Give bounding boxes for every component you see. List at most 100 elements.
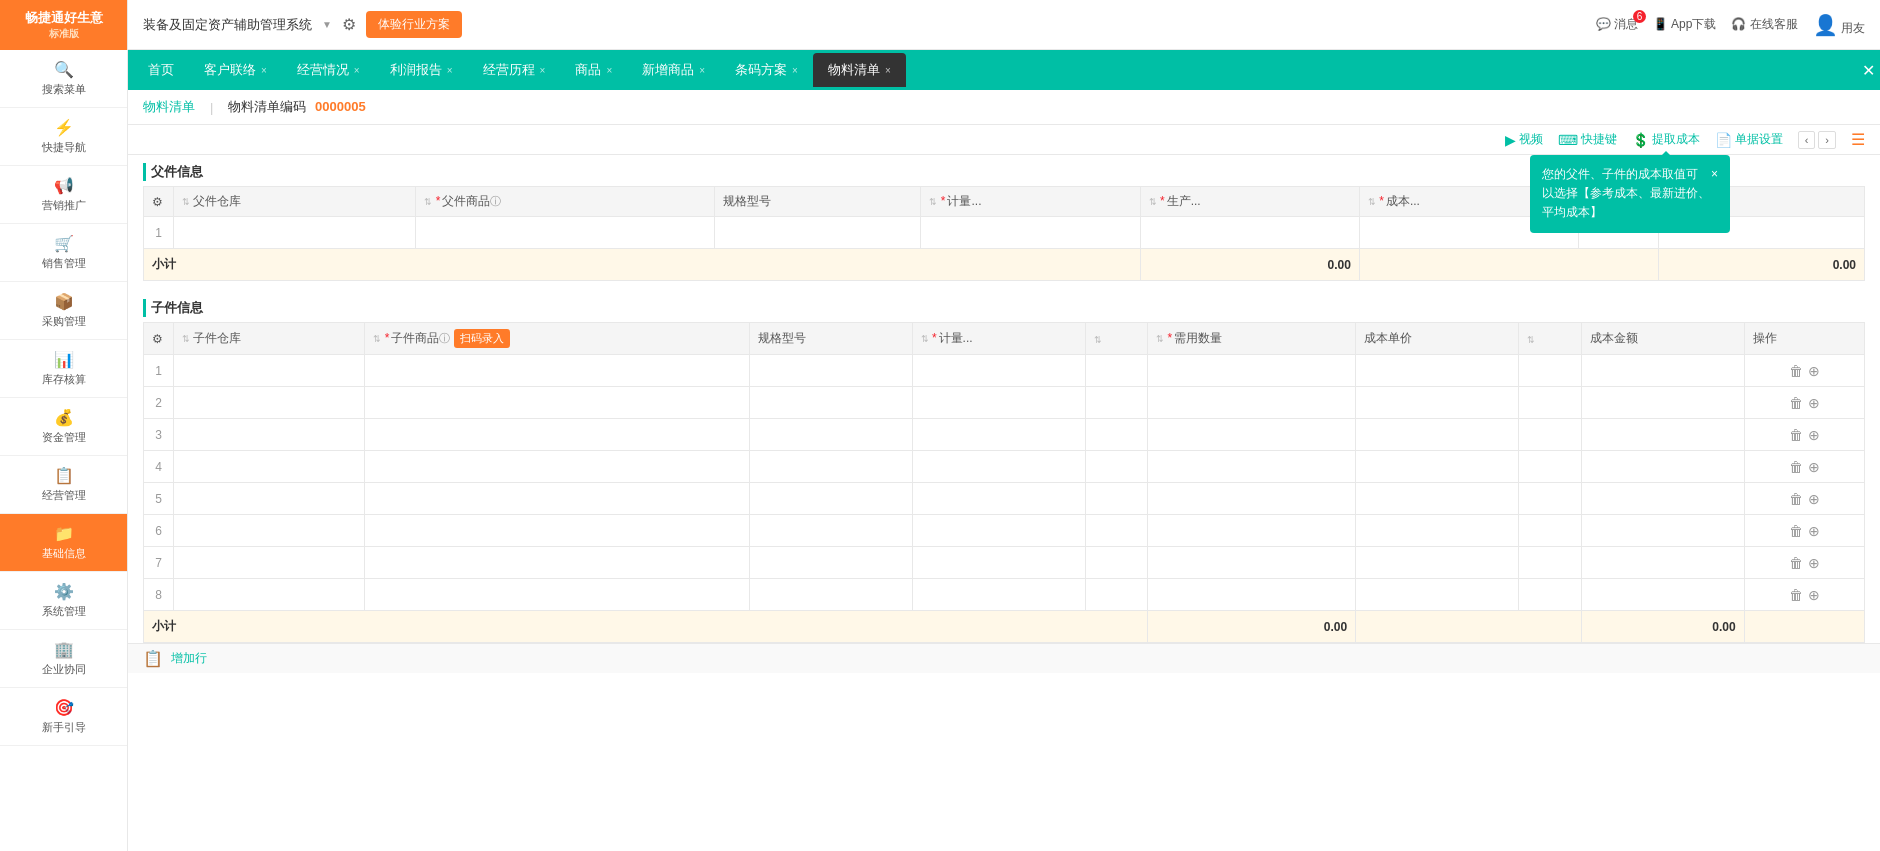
parent-row-product[interactable] <box>416 217 715 249</box>
grid-view-icon[interactable]: ☰ <box>1851 130 1865 149</box>
delete-icon[interactable]: 🗑 <box>1789 555 1803 571</box>
child-row-quantity[interactable] <box>1148 387 1356 419</box>
child-row-unit-cost[interactable] <box>1356 483 1519 515</box>
child-row-extra2[interactable] <box>1519 547 1582 579</box>
tab-close-2[interactable]: × <box>354 65 360 76</box>
child-row-quantity[interactable] <box>1148 419 1356 451</box>
sidebar-item-sales[interactable]: 🛒 销售管理 <box>0 224 127 282</box>
delete-icon[interactable]: 🗑 <box>1789 459 1803 475</box>
child-row-extra[interactable] <box>1085 483 1148 515</box>
child-row-quantity[interactable] <box>1148 547 1356 579</box>
child-row-extra2[interactable] <box>1519 451 1582 483</box>
settings-button[interactable]: 📄 单据设置 <box>1715 131 1783 148</box>
child-row-unit-cost[interactable] <box>1356 547 1519 579</box>
add-row-label[interactable]: 增加行 <box>171 650 207 667</box>
view-button[interactable]: ▶ 视频 <box>1505 131 1543 148</box>
user-item[interactable]: 👤 用友 <box>1813 13 1865 37</box>
child-row-warehouse[interactable] <box>174 483 365 515</box>
child-row-extra2[interactable] <box>1519 419 1582 451</box>
child-row-quantity[interactable] <box>1148 355 1356 387</box>
child-row-extra2[interactable] <box>1519 515 1582 547</box>
child-row-product[interactable] <box>365 355 749 387</box>
child-row-unit[interactable] <box>912 483 1085 515</box>
sidebar-item-marketing[interactable]: 📢 营销推广 <box>0 166 127 224</box>
child-row-warehouse[interactable] <box>174 579 365 611</box>
child-row-unit-cost[interactable] <box>1356 355 1519 387</box>
child-row-unit-cost[interactable] <box>1356 579 1519 611</box>
nav-tab-5[interactable]: 商品 × <box>560 53 627 87</box>
delete-icon[interactable]: 🗑 <box>1789 587 1803 603</box>
sidebar-item-quicknav[interactable]: ⚡ 快捷导航 <box>0 108 127 166</box>
parent-row-unit[interactable] <box>921 217 1140 249</box>
tab-close-1[interactable]: × <box>261 65 267 76</box>
delete-icon[interactable]: 🗑 <box>1789 523 1803 539</box>
copy-icon[interactable]: ⊕ <box>1808 459 1820 475</box>
copy-icon[interactable]: ⊕ <box>1808 523 1820 539</box>
child-row-unit[interactable] <box>912 387 1085 419</box>
nav-tab-8[interactable]: 物料清单 × <box>813 53 906 87</box>
child-row-product[interactable] <box>365 483 749 515</box>
nav-tab-1[interactable]: 客户联络 × <box>189 53 282 87</box>
delete-icon[interactable]: 🗑 <box>1789 427 1803 443</box>
child-row-extra2[interactable] <box>1519 483 1582 515</box>
child-row-unit[interactable] <box>912 515 1085 547</box>
sidebar-item-purchase[interactable]: 📦 采购管理 <box>0 282 127 340</box>
child-row-spec[interactable] <box>749 483 912 515</box>
sidebar-item-inventory[interactable]: 📊 库存核算 <box>0 340 127 398</box>
child-row-quantity[interactable] <box>1148 483 1356 515</box>
child-row-extra2[interactable] <box>1519 387 1582 419</box>
gear-icon[interactable]: ⚙ <box>342 15 356 34</box>
copy-icon[interactable]: ⊕ <box>1808 395 1820 411</box>
nav-tab-4[interactable]: 经营历程 × <box>468 53 561 87</box>
system-dropdown-icon[interactable]: ▼ <box>322 19 332 30</box>
child-row-extra[interactable] <box>1085 387 1148 419</box>
tooltip-close-icon[interactable]: × <box>1711 165 1718 184</box>
tab-close-6[interactable]: × <box>699 65 705 76</box>
scan-button[interactable]: 扫码录入 <box>454 329 510 348</box>
child-row-extra[interactable] <box>1085 547 1148 579</box>
parent-col-gear[interactable]: ⚙ <box>144 187 174 217</box>
child-row-unit[interactable] <box>912 579 1085 611</box>
child-row-extra[interactable] <box>1085 419 1148 451</box>
nav-tab-7[interactable]: 条码方案 × <box>720 53 813 87</box>
child-row-quantity[interactable] <box>1148 451 1356 483</box>
tab-close-3[interactable]: × <box>447 65 453 76</box>
delete-icon[interactable]: 🗑 <box>1789 491 1803 507</box>
nav-tab-3[interactable]: 利润报告 × <box>375 53 468 87</box>
copy-icon[interactable]: ⊕ <box>1808 587 1820 603</box>
child-row-warehouse[interactable] <box>174 515 365 547</box>
cost-button[interactable]: 💲 提取成本 <box>1632 131 1700 148</box>
sidebar-item-system[interactable]: ⚙️ 系统管理 <box>0 572 127 630</box>
sidebar-item-search[interactable]: 🔍 搜索菜单 <box>0 50 127 108</box>
prev-arrow[interactable]: ‹ <box>1798 131 1816 149</box>
child-row-unit[interactable] <box>912 355 1085 387</box>
child-row-unit[interactable] <box>912 547 1085 579</box>
child-row-unit-cost[interactable] <box>1356 419 1519 451</box>
tab-close-8[interactable]: × <box>885 65 891 76</box>
child-row-product[interactable] <box>365 451 749 483</box>
delete-icon[interactable]: 🗑 <box>1789 395 1803 411</box>
child-row-warehouse[interactable] <box>174 419 365 451</box>
child-row-warehouse[interactable] <box>174 387 365 419</box>
child-row-unit-cost[interactable] <box>1356 387 1519 419</box>
child-row-extra2[interactable] <box>1519 355 1582 387</box>
sidebar-item-operations[interactable]: 📋 经营管理 <box>0 456 127 514</box>
tab-close-7[interactable]: × <box>792 65 798 76</box>
tab-close-5[interactable]: × <box>606 65 612 76</box>
delete-icon[interactable]: 🗑 <box>1789 363 1803 379</box>
child-row-unit-cost[interactable] <box>1356 451 1519 483</box>
parent-row-spec[interactable] <box>715 217 921 249</box>
parent-row-production[interactable] <box>1140 217 1359 249</box>
child-row-spec[interactable] <box>749 579 912 611</box>
child-col-gear[interactable]: ⚙ <box>144 323 174 355</box>
child-row-quantity[interactable] <box>1148 579 1356 611</box>
copy-icon[interactable]: ⊕ <box>1808 555 1820 571</box>
child-row-spec[interactable] <box>749 547 912 579</box>
tab-close-4[interactable]: × <box>540 65 546 76</box>
child-row-product[interactable] <box>365 419 749 451</box>
child-row-warehouse[interactable] <box>174 547 365 579</box>
parent-row-warehouse[interactable] <box>174 217 416 249</box>
child-row-unit[interactable] <box>912 451 1085 483</box>
online-service-item[interactable]: 🎧 在线客服 <box>1731 16 1797 33</box>
child-row-spec[interactable] <box>749 419 912 451</box>
